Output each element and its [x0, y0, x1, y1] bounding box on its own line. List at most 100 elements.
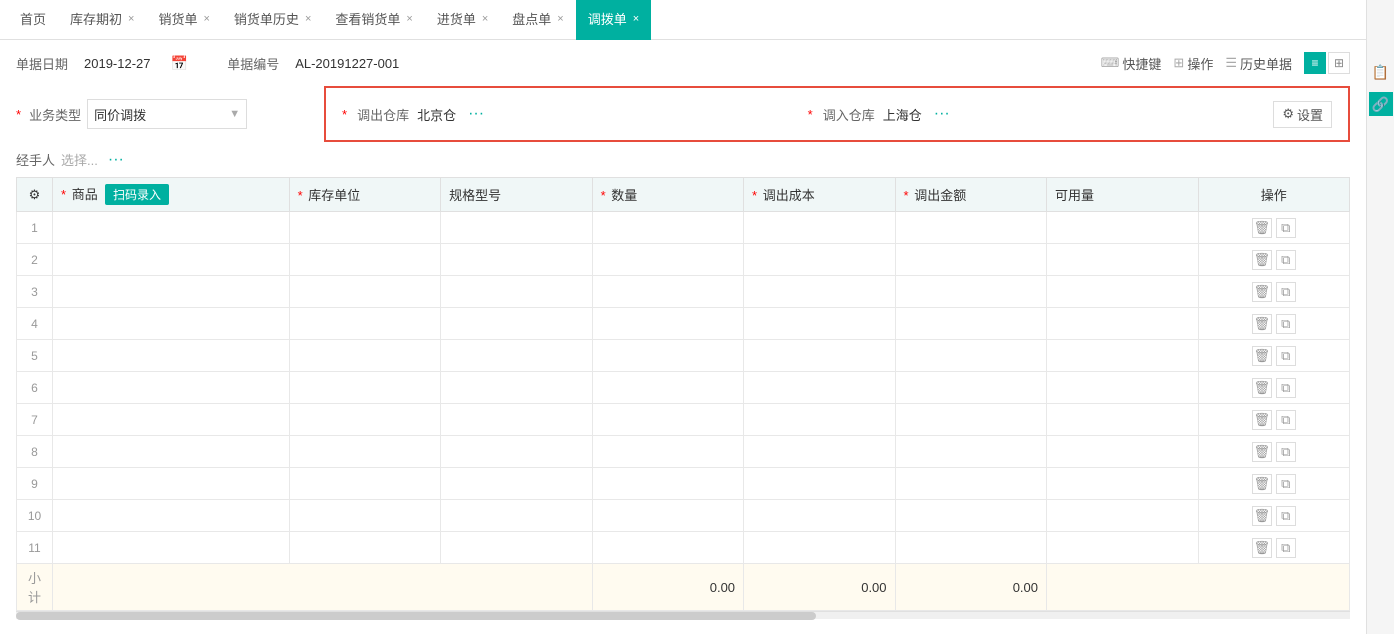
delete-icon-10[interactable]: 🗑	[1252, 506, 1272, 526]
delete-icon-7[interactable]: 🗑	[1252, 410, 1272, 430]
product-cell-5[interactable]	[53, 340, 290, 372]
warehouse-in-more-btn[interactable]: ···	[930, 105, 954, 123]
delete-icon-1[interactable]: 🗑	[1252, 218, 1272, 238]
gear-icon[interactable]: ⚙	[29, 187, 41, 202]
calendar-icon[interactable]: 📅	[171, 55, 188, 72]
delete-icon-9[interactable]: 🗑	[1252, 474, 1272, 494]
handler-placeholder[interactable]: 选择...	[61, 150, 98, 169]
tab-view-sales-close[interactable]: ×	[406, 13, 412, 25]
product-cell-8[interactable]	[53, 436, 290, 468]
quantity-cell-6[interactable]	[592, 372, 743, 404]
copy-icon-6[interactable]: ⧉	[1276, 378, 1296, 398]
layout-grid-btn[interactable]: ⊞	[1328, 52, 1350, 74]
cost-cell-8[interactable]	[744, 436, 895, 468]
horizontal-scrollbar[interactable]	[16, 611, 1350, 619]
tab-transfer-close[interactable]: ×	[633, 13, 639, 25]
cost-cell-7[interactable]	[744, 404, 895, 436]
warehouse-out-more-btn[interactable]: ···	[464, 105, 488, 123]
tab-stocktake[interactable]: 盘点单 ×	[500, 0, 575, 40]
delete-icon-5[interactable]: 🗑	[1252, 346, 1272, 366]
delete-icon-6[interactable]: 🗑	[1252, 378, 1272, 398]
operate-label: 操作	[1187, 54, 1213, 73]
delete-icon-4[interactable]: 🗑	[1252, 314, 1272, 334]
quantity-cell-4[interactable]	[592, 308, 743, 340]
product-cell-7[interactable]	[53, 404, 290, 436]
subtotal-qty-val: 0.00	[592, 564, 743, 611]
history-btn[interactable]: ☰ 历史单据	[1225, 54, 1292, 73]
copy-icon-7[interactable]: ⧉	[1276, 410, 1296, 430]
col-spec-label: 规格型号	[449, 188, 501, 203]
warehouse-out-label: 调出仓库	[357, 105, 409, 124]
tab-home[interactable]: 首页	[8, 0, 58, 40]
tab-transfer[interactable]: 调拨单 ×	[576, 0, 651, 40]
tab-sales-history-close[interactable]: ×	[305, 13, 311, 25]
copy-icon-8[interactable]: ⧉	[1276, 442, 1296, 462]
cost-cell-10[interactable]	[744, 500, 895, 532]
product-cell-6[interactable]	[53, 372, 290, 404]
product-cell-11[interactable]	[53, 532, 290, 564]
copy-icon-11[interactable]: ⧉	[1276, 538, 1296, 558]
delete-icon-2[interactable]: 🗑	[1252, 250, 1272, 270]
col-gear[interactable]: ⚙	[17, 178, 53, 212]
subtotal-end	[1047, 564, 1350, 611]
cost-cell-6[interactable]	[744, 372, 895, 404]
copy-icon-2[interactable]: ⧉	[1276, 250, 1296, 270]
settings-button[interactable]: ⚙ 设置	[1273, 101, 1332, 128]
tab-stocktake-close[interactable]: ×	[557, 13, 563, 25]
tab-sales-history[interactable]: 销货单历史 ×	[222, 0, 323, 40]
action-icons-4: 🗑 ⧉	[1207, 314, 1342, 334]
copy-icon-9[interactable]: ⧉	[1276, 474, 1296, 494]
row-num-4: 4	[17, 308, 53, 340]
cost-cell-11[interactable]	[744, 532, 895, 564]
delete-icon-8[interactable]: 🗑	[1252, 442, 1272, 462]
quantity-cell-5[interactable]	[592, 340, 743, 372]
handler-more-btn[interactable]: ···	[104, 151, 128, 169]
layout-list-btn[interactable]: ≡	[1304, 52, 1326, 74]
tab-sales[interactable]: 销货单 ×	[146, 0, 221, 40]
quantity-cell-9[interactable]	[592, 468, 743, 500]
cost-cell-1[interactable]	[744, 212, 895, 244]
tab-inventory-init-close[interactable]: ×	[128, 13, 134, 25]
product-cell-10[interactable]	[53, 500, 290, 532]
copy-icon-3[interactable]: ⧉	[1276, 282, 1296, 302]
quantity-cell-11[interactable]	[592, 532, 743, 564]
product-cell-1[interactable]	[53, 212, 290, 244]
quantity-cell-8[interactable]	[592, 436, 743, 468]
product-cell-4[interactable]	[53, 308, 290, 340]
scan-button[interactable]: 扫码录入	[105, 184, 169, 205]
cost-cell-5[interactable]	[744, 340, 895, 372]
quantity-cell-2[interactable]	[592, 244, 743, 276]
tab-inventory-init-label: 库存期初	[70, 9, 122, 28]
product-cell-9[interactable]	[53, 468, 290, 500]
product-cell-3[interactable]	[53, 276, 290, 308]
quantity-cell-3[interactable]	[592, 276, 743, 308]
delete-icon-11[interactable]: 🗑	[1252, 538, 1272, 558]
copy-icon-4[interactable]: ⧉	[1276, 314, 1296, 334]
sidebar-link-icon[interactable]: 🔗	[1369, 92, 1393, 116]
sidebar-doc-icon[interactable]: 📋	[1369, 60, 1393, 84]
main-content-area: 单据日期 2019-12-27 📅 单据编号 AL-20191227-001 ⌨…	[0, 40, 1366, 634]
spec-cell-4	[441, 308, 592, 340]
operate-btn[interactable]: ⊞ 操作	[1173, 54, 1213, 73]
cost-cell-3[interactable]	[744, 276, 895, 308]
scroll-thumb[interactable]	[16, 612, 816, 620]
delete-icon-3[interactable]: 🗑	[1252, 282, 1272, 302]
cost-cell-4[interactable]	[744, 308, 895, 340]
tab-purchase[interactable]: 进货单 ×	[425, 0, 500, 40]
quantity-cell-7[interactable]	[592, 404, 743, 436]
business-type-select[interactable]: 同价调拨 ▼	[87, 99, 247, 129]
copy-icon-5[interactable]: ⧉	[1276, 346, 1296, 366]
quantity-cell-1[interactable]	[592, 212, 743, 244]
cost-cell-2[interactable]	[744, 244, 895, 276]
tab-purchase-close[interactable]: ×	[482, 13, 488, 25]
cost-cell-9[interactable]	[744, 468, 895, 500]
copy-icon-10[interactable]: ⧉	[1276, 506, 1296, 526]
layout-grid-icon: ⊞	[1334, 56, 1344, 70]
quantity-cell-10[interactable]	[592, 500, 743, 532]
product-cell-2[interactable]	[53, 244, 290, 276]
tab-inventory-init[interactable]: 库存期初 ×	[58, 0, 146, 40]
copy-icon-1[interactable]: ⧉	[1276, 218, 1296, 238]
tab-sales-close[interactable]: ×	[203, 13, 209, 25]
shortcut-btn[interactable]: ⌨ 快捷键	[1101, 54, 1162, 73]
tab-view-sales[interactable]: 查看销货单 ×	[323, 0, 424, 40]
